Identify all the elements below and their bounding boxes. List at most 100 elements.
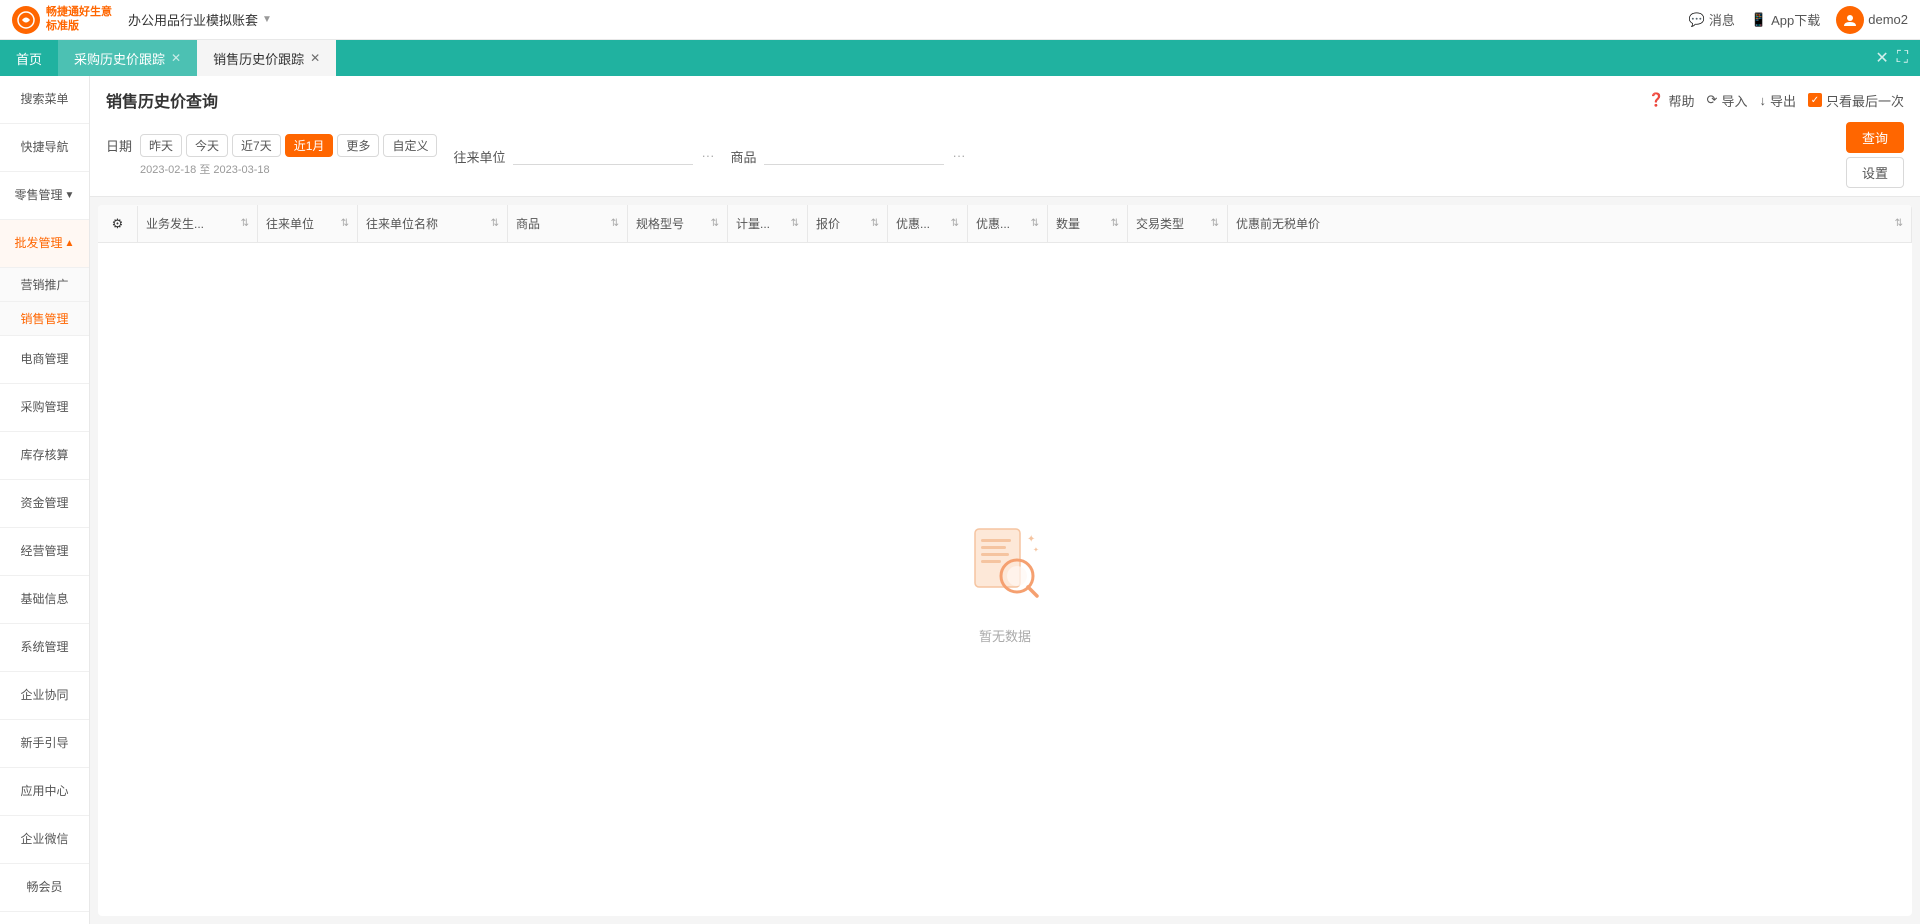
th-partner-name[interactable]: 往来单位名称 ⇅ — [358, 205, 508, 242]
fullscreen-btn[interactable]: ⛶ — [1897, 49, 1908, 67]
sidebar-item-guide[interactable]: 新手引导 — [0, 720, 89, 768]
sort-partner-code-icon: ⇅ — [341, 218, 349, 229]
tab-home[interactable]: 首页 — [0, 40, 58, 76]
partner-filter-group: 往来单位 ··· — [453, 145, 714, 166]
date-filter-group: 日期 昨天 今天 近7天 近1月 更多 自定义 2023-02-18 至 202… — [106, 134, 437, 177]
goods-filter-label: 商品 — [730, 145, 756, 166]
sidebar-item-app-center[interactable]: 应用中心 — [0, 768, 89, 816]
sidebar-item-finance[interactable]: 资金管理 — [0, 480, 89, 528]
export-label: 导出 — [1770, 91, 1796, 110]
import-label: 导入 — [1721, 91, 1747, 110]
th-discount2[interactable]: 优惠... ⇅ — [968, 205, 1048, 242]
logo-icon — [12, 6, 40, 34]
th-qty[interactable]: 数量 ⇅ — [1048, 205, 1128, 242]
export-action[interactable]: ↓ 导出 — [1759, 91, 1796, 110]
help-icon: ❓ — [1648, 92, 1664, 108]
message-action[interactable]: 💬 消息 — [1689, 10, 1735, 29]
tab-sales-label: 销售历史价跟踪 — [213, 49, 304, 68]
filter-row: 日期 昨天 今天 近7天 近1月 更多 自定义 2023-02-18 至 202… — [106, 122, 1904, 188]
tab-purchase-history[interactable]: 采购历史价跟踪 ✕ — [58, 40, 197, 76]
close-tab-btn[interactable]: ✕ — [1875, 48, 1888, 68]
import-action[interactable]: ⟳ 导入 — [1707, 91, 1748, 110]
tab-sales-history[interactable]: 销售历史价跟踪 ✕ — [197, 40, 336, 76]
page-title-row: 销售历史价查询 ❓ 帮助 ⟳ 导入 ↓ 导出 ✓ — [106, 88, 1904, 112]
sidebar-item-enterprise-collab[interactable]: 企业协同 — [0, 672, 89, 720]
sort-partner-name-icon: ⇅ — [491, 218, 499, 229]
query-buttons: 查询 设置 — [1846, 122, 1904, 188]
app-selector[interactable]: 办公用品行业模拟账套 ▼ — [120, 6, 280, 33]
empty-illustration: ✦ ✦ — [955, 514, 1055, 614]
sidebar-item-ecommerce[interactable]: 电商管理 — [0, 336, 89, 384]
date-btn-1month[interactable]: 近1月 — [285, 134, 334, 157]
settings-button[interactable]: 设置 — [1846, 157, 1904, 188]
tab-sales-close[interactable]: ✕ — [310, 52, 320, 64]
sidebar-sub-item-sales[interactable]: 销售管理 — [0, 302, 89, 336]
sidebar-item-quick-nav[interactable]: 快捷导航 — [0, 124, 89, 172]
sort-spec-icon: ⇅ — [711, 218, 719, 229]
th-trade-type[interactable]: 交易类型 ⇅ — [1128, 205, 1228, 242]
empty-state: ✦ ✦ 暂无数据 — [98, 243, 1912, 916]
retail-label: 零售管理 — [15, 187, 63, 204]
partner-input[interactable] — [513, 145, 693, 165]
th-spec[interactable]: 规格型号 ⇅ — [628, 205, 728, 242]
sidebar-item-wholesale[interactable]: 批发管理 ▲ — [0, 220, 89, 268]
sort-unit-icon: ⇅ — [791, 218, 799, 229]
date-btn-more[interactable]: 更多 — [337, 134, 379, 157]
help-action[interactable]: ❓ 帮助 — [1648, 91, 1694, 110]
date-btn-yesterday[interactable]: 昨天 — [140, 134, 182, 157]
app-selector-label: 办公用品行业模拟账套 — [128, 10, 258, 29]
tab-home-label: 首页 — [16, 49, 42, 68]
header-left: 畅捷通好生意 标准版 办公用品行业模拟账套 ▼ — [12, 6, 280, 34]
avatar — [1836, 6, 1864, 34]
content-area: 销售历史价查询 ❓ 帮助 ⟳ 导入 ↓ 导出 ✓ — [90, 76, 1920, 924]
message-label: 消息 — [1709, 10, 1735, 29]
user-menu[interactable]: demo2 — [1836, 6, 1908, 34]
quick-nav-label: 快捷导航 — [20, 139, 68, 156]
sidebar-item-system[interactable]: 系统管理 — [0, 624, 89, 672]
th-quote[interactable]: 报价 ⇅ — [808, 205, 888, 242]
sidebar-item-wechat[interactable]: 企业微信 — [0, 816, 89, 864]
sort-notax-icon: ⇅ — [1895, 218, 1903, 229]
tab-purchase-label: 采购历史价跟踪 — [74, 49, 165, 68]
th-settings[interactable]: ⚙ — [98, 206, 138, 242]
main-layout: 搜索菜单 快捷导航 零售管理 ▼ 批发管理 ▲ 营销推广 销售管理 电商管理 采… — [0, 76, 1920, 924]
th-date[interactable]: 业务发生... ⇅ — [138, 205, 258, 242]
th-discount1[interactable]: 优惠... ⇅ — [888, 205, 968, 242]
date-btn-7days[interactable]: 近7天 — [232, 134, 281, 157]
app-download-label: App下载 — [1771, 10, 1820, 29]
th-unit[interactable]: 计量... ⇅ — [728, 205, 808, 242]
logo-text: 畅捷通好生意 标准版 — [46, 6, 112, 32]
sidebar-item-search[interactable]: 搜索菜单 — [0, 76, 89, 124]
goods-dots-btn[interactable]: ··· — [952, 148, 965, 163]
date-btn-custom[interactable]: 自定义 — [383, 134, 437, 157]
tab-purchase-close[interactable]: ✕ — [171, 52, 181, 64]
chevron-down-icon: ▼ — [262, 14, 272, 25]
page-title: 销售历史价查询 — [106, 88, 218, 112]
date-btn-today[interactable]: 今天 — [186, 134, 228, 157]
sidebar-item-inventory[interactable]: 库存核算 — [0, 432, 89, 480]
sidebar-item-member[interactable]: 畅会员 — [0, 864, 89, 912]
username-label: demo2 — [1868, 12, 1908, 27]
svg-text:✦: ✦ — [1027, 534, 1035, 545]
date-options: 昨天 今天 近7天 近1月 更多 自定义 2023-02-18 至 2023-0… — [140, 134, 437, 177]
th-goods[interactable]: 商品 ⇅ — [508, 205, 628, 242]
partner-dots-btn[interactable]: ··· — [701, 148, 714, 163]
th-partner-code[interactable]: 往来单位 ⇅ — [258, 205, 358, 242]
sidebar-item-basic-info[interactable]: 基础信息 — [0, 576, 89, 624]
logo-area: 畅捷通好生意 标准版 — [12, 6, 112, 34]
sidebar-sub-item-marketing[interactable]: 营销推广 — [0, 268, 89, 302]
th-notax-price[interactable]: 优惠前无税单价 ⇅ — [1228, 205, 1912, 242]
sidebar-item-purchase[interactable]: 采购管理 — [0, 384, 89, 432]
tab-bar-controls: ✕ ⛶ — [1875, 48, 1920, 68]
sidebar-item-operation[interactable]: 经营管理 — [0, 528, 89, 576]
search-menu-label: 搜索菜单 — [20, 91, 68, 108]
query-button[interactable]: 查询 — [1846, 122, 1904, 153]
app-download-action[interactable]: 📱 App下载 — [1751, 10, 1820, 29]
import-icon: ⟳ — [1707, 92, 1718, 108]
sidebar-item-retail[interactable]: 零售管理 ▼ — [0, 172, 89, 220]
date-filter-label: 日期 — [106, 134, 132, 155]
svg-text:✦: ✦ — [1033, 546, 1039, 554]
wholesale-label: 批发管理 — [15, 235, 63, 252]
only-last-checkbox[interactable]: ✓ 只看最后一次 — [1808, 91, 1904, 110]
goods-input[interactable] — [764, 145, 944, 165]
